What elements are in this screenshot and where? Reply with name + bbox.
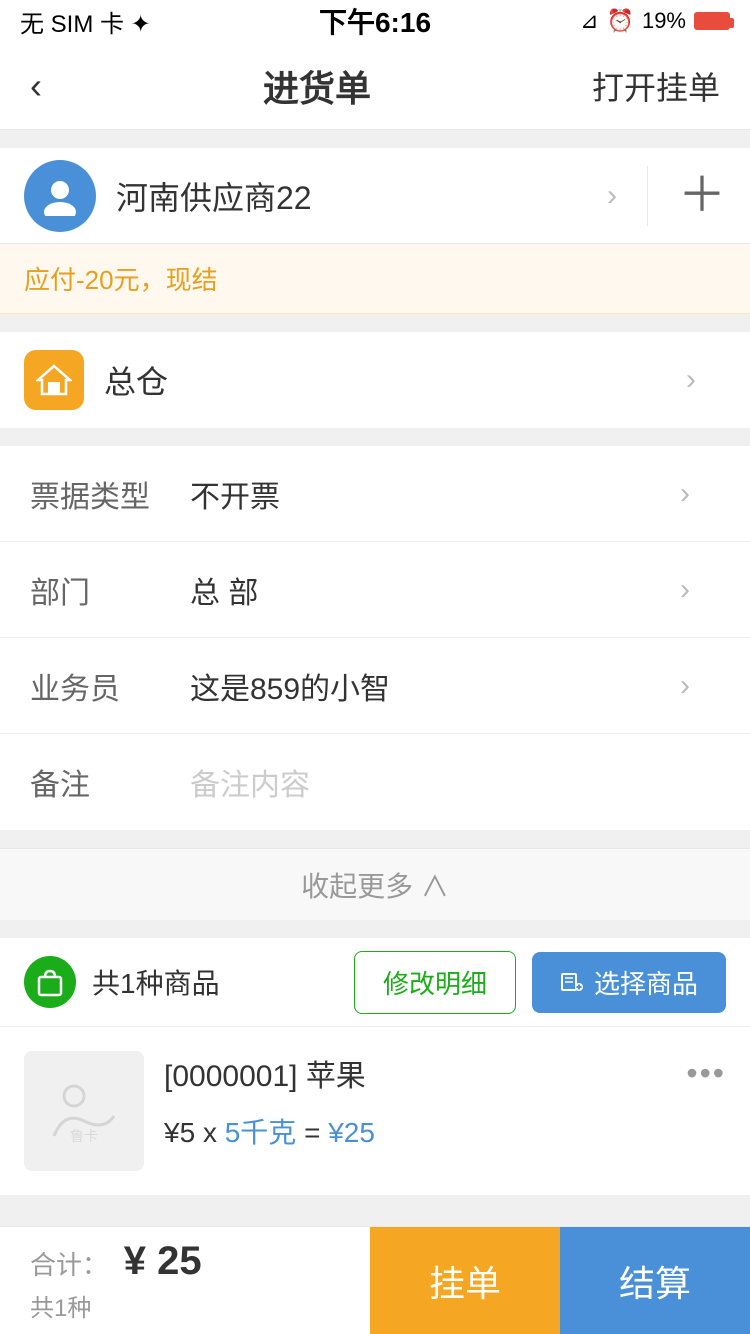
house-icon [36,362,72,398]
notice-bar: 应付-20元，现结 [0,244,750,314]
salesperson-label: 业务员 [30,664,170,708]
form-section: 票据类型 不开票 › 部门 总 部 › 业务员 这是859的小智 › 备注 备注… [0,446,750,830]
salesperson-row[interactable]: 业务员 这是859的小智 › [0,638,750,734]
product-item: 鲁卡 [0000001] 苹果 ¥5 x 5千克 = ¥25 ••• [0,1026,750,1195]
edit-detail-button[interactable]: 修改明细 [354,951,516,1014]
products-icon [24,956,76,1008]
status-right: ⊿ ⏰ 19% [580,8,730,34]
product-more-button[interactable]: ••• [686,1051,726,1171]
department-value: 总 部 [170,568,680,612]
multiply-sign: x [203,1117,225,1148]
back-button[interactable]: ‹ [30,65,42,107]
open-hold-button[interactable]: 打开挂单 [592,63,720,109]
product-title: 苹果 [306,1060,366,1093]
product-name: [0000001] 苹果 [164,1051,666,1095]
department-label: 部门 [30,568,170,612]
gap-2 [0,314,750,332]
person-icon [40,176,80,216]
gap-1 [0,130,750,148]
supplier-row[interactable]: 河南供应商22 › ＋ [0,148,750,244]
page-title: 进货单 [263,60,371,112]
warehouse-icon [24,350,84,410]
alarm-icon: ⏰ [607,8,634,34]
department-chevron-icon: › [680,573,690,607]
invoice-value: 不开票 [170,472,680,516]
salesperson-value: 这是859的小智 [170,664,680,708]
battery-status: 19% [642,8,686,34]
warehouse-row[interactable]: 总仓 › [0,332,750,428]
total-amount-row: 合计： ¥ 25 [30,1239,340,1284]
products-header: 共1种商品 修改明细 选择商品 [0,938,750,1026]
chevron-right-icon: › [607,179,617,213]
total-section: 合计： ¥ 25 共1种 [0,1239,370,1323]
svg-text:鲁卡: 鲁卡 [70,1128,98,1144]
status-left: 无 SIM 卡 ✦ [20,4,151,39]
sim-status: 无 SIM 卡 ✦ [20,4,151,39]
invoice-label: 票据类型 [30,472,170,516]
product-total: ¥25 [328,1117,375,1148]
remark-label: 备注 [30,760,170,804]
nav-bar: ‹ 进货单 打开挂单 [0,42,750,130]
collapse-label: 收起更多 ∧ [301,865,449,905]
total-label: 合计： [30,1250,108,1280]
product-code: [0000001] [164,1060,297,1093]
add-supplier-button[interactable]: ＋ [678,172,726,220]
collapse-bar[interactable]: 收起更多 ∧ [0,848,750,920]
select-product-button[interactable]: 选择商品 [532,952,726,1013]
products-count: 共1种商品 [92,962,338,1002]
product-thumbnail: 鲁卡 [24,1051,144,1171]
equals-sign: = [304,1117,328,1148]
supplier-name: 河南供应商22 [116,173,607,219]
remark-input[interactable]: 备注内容 [170,760,720,804]
select-product-icon [560,970,584,994]
product-quantity: 5千克 [225,1117,297,1148]
bottom-bar: 合计： ¥ 25 共1种 挂单 结算 [0,1226,750,1334]
location-icon: ⊿ [580,8,598,34]
remark-row[interactable]: 备注 备注内容 [0,734,750,830]
salesperson-chevron-icon: › [680,669,690,703]
vertical-divider [647,166,648,226]
warehouse-name: 总仓 [104,357,686,403]
battery-icon [694,12,730,30]
product-unit-price: ¥5 [164,1117,195,1148]
invoice-row[interactable]: 票据类型 不开票 › [0,446,750,542]
shopping-bag-icon [35,967,65,997]
invoice-chevron-icon: › [680,477,690,511]
status-bar: 无 SIM 卡 ✦ 下午6:16 ⊿ ⏰ 19% [0,0,750,42]
total-amount: ¥ 25 [124,1239,202,1283]
supplier-avatar [24,160,96,232]
select-product-label: 选择商品 [594,964,698,1001]
warehouse-chevron-icon: › [686,363,696,397]
department-row[interactable]: 部门 总 部 › [0,542,750,638]
product-info: [0000001] 苹果 ¥5 x 5千克 = ¥25 [164,1051,666,1171]
checkout-button[interactable]: 结算 [560,1227,750,1334]
product-price-row: ¥5 x 5千克 = ¥25 [164,1111,666,1151]
total-count: 共1种 [30,1288,340,1323]
status-time: 下午6:16 [319,1,431,41]
hold-button[interactable]: 挂单 [370,1227,560,1334]
notice-text: 应付-20元，现结 [24,265,218,295]
product-default-image-icon: 鲁卡 [49,1076,119,1146]
